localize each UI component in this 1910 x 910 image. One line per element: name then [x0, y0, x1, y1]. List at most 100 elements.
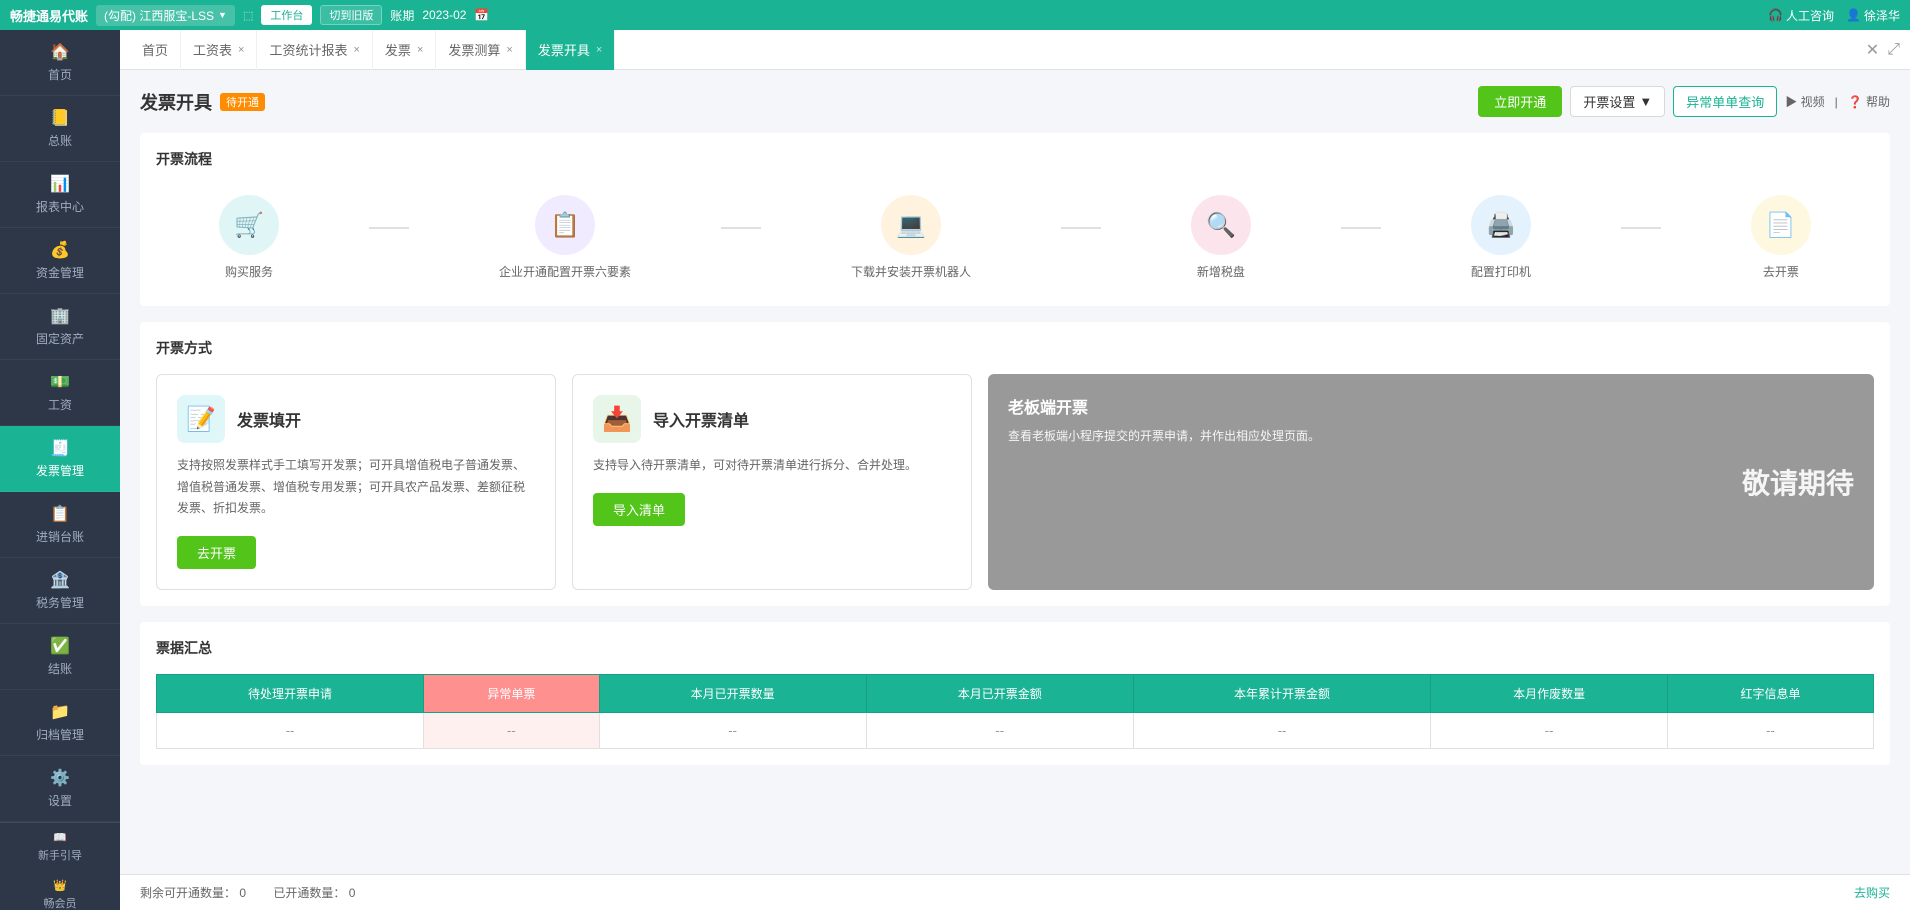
salary-icon: 💵 [50, 372, 70, 392]
period-value[interactable]: 2023-02 [422, 8, 466, 22]
switch-old-button[interactable]: 切到旧版 [320, 5, 382, 25]
val-month-void: -- [1431, 712, 1668, 748]
sidebar-item-invoice[interactable]: 🧾 发票管理 [0, 426, 120, 492]
col-today-count: 本月已开票数量 [599, 674, 866, 712]
step-divider-1 [369, 227, 409, 229]
fill-invoice-button[interactable]: 去开票 [177, 536, 256, 569]
import-list-title: 导入开票清单 [653, 407, 749, 431]
flow-step-tax[interactable]: 🔍 新增税盘 [1191, 195, 1251, 280]
tab-close-invoice-calc[interactable]: × [506, 44, 512, 56]
method-card-import-header: 📥 导入开票清单 [593, 395, 951, 443]
coming-soon-label: 敬请期待 [1742, 462, 1854, 502]
flow-step-download[interactable]: 💻 下载并安装开票机器人 [851, 195, 971, 280]
tab-close-invoice[interactable]: × [417, 44, 423, 56]
guide-icon: 📖 [53, 831, 67, 844]
method-card-fill-header: 📝 发票填开 [177, 395, 535, 443]
col-today-amount: 本月已开票金额 [866, 674, 1133, 712]
flow-step-config[interactable]: 📋 企业开通配置开票六要素 [499, 195, 631, 280]
import-list-desc: 支持导入待开票清单，可对待开票清单进行拆分、合并处理。 [593, 455, 951, 477]
sidebar-item-settings[interactable]: ⚙️ 设置 [0, 756, 120, 822]
tab-salary-stats[interactable]: 工资统计报表 × [257, 30, 372, 70]
sidebar-item-funds[interactable]: 💰 资金管理 [0, 228, 120, 294]
step-divider-5 [1621, 227, 1661, 229]
period-label: 账期 [390, 7, 414, 24]
flow-steps: 🛒 购买服务 📋 企业开通配置开票六要素 💻 下载并安装开票机器人 [156, 185, 1874, 290]
download-robot-icon: 💻 [881, 195, 941, 255]
tab-invoice-calc[interactable]: 发票测算 × [436, 30, 525, 70]
company-selector[interactable]: (勾配) 江西服宝-LSS [96, 5, 235, 26]
top-bar-right: 🎧 人工咨询 👤 徐泽华 [1768, 7, 1900, 24]
sidebar-item-tax[interactable]: 🏦 税务管理 [0, 558, 120, 624]
method-card-import: 📥 导入开票清单 支持导入待开票清单，可对待开票清单进行拆分、合并处理。 导入清… [572, 374, 972, 590]
tax-icon: 🏦 [50, 570, 70, 590]
abnormal-query-button[interactable]: 异常单单查询 [1673, 86, 1777, 117]
tab-bar: 首页 工资表 × 工资统计报表 × 发票 × 发票测算 × 发票开具 × [120, 30, 1910, 70]
invoice-icon: 🧾 [50, 438, 70, 458]
tab-close-all-icon[interactable]: ✕ [1866, 40, 1879, 60]
sidebar-item-assets[interactable]: 🏢 固定资产 [0, 294, 120, 360]
sidebar-item-guide[interactable]: 📖 新手引导 [0, 823, 120, 871]
tab-close-salary-table[interactable]: × [238, 44, 244, 56]
tab-salary-table[interactable]: 工资表 × [181, 30, 257, 70]
sidebar-item-salary[interactable]: 💵 工资 [0, 360, 120, 426]
workbench-button[interactable]: 工作台 [261, 5, 312, 25]
open-now-button[interactable]: 立即开通 [1478, 86, 1562, 117]
customer-service[interactable]: 🎧 人工咨询 [1768, 7, 1834, 24]
tab-invoice-tool[interactable]: 发票开具 × [526, 30, 615, 70]
avatar-icon: 👤 [1846, 8, 1861, 22]
sidebar-item-home[interactable]: 🏠 首页 [0, 30, 120, 96]
buy-link[interactable]: 去购买 [1854, 884, 1890, 901]
tab-home[interactable]: 首页 [130, 30, 181, 70]
user-profile[interactable]: 👤 徐泽华 [1846, 7, 1900, 24]
config-enterprise-icon: 📋 [535, 195, 595, 255]
old-boss-desc: 查看老板端小程序提交的开票申请，并作出相应处理页面。 [1008, 426, 1854, 570]
flow-step-make[interactable]: 📄 去开票 [1751, 195, 1811, 280]
old-boss-title: 老板端开票 [1008, 394, 1854, 418]
val-year-amount: -- [1133, 712, 1431, 748]
reports-icon: 📊 [50, 174, 70, 194]
app-logo: 畅捷通易代账 [10, 6, 88, 25]
summary-section: 票据汇总 待处理开票申请 异常单票 本月已开票数量 本月已开票金额 本年累计开票… [140, 622, 1890, 765]
sidebar-item-ledger[interactable]: 📒 总账 [0, 96, 120, 162]
val-today-count: -- [599, 712, 866, 748]
sidebar-item-reports[interactable]: 📊 报表中心 [0, 162, 120, 228]
flow-step-printer[interactable]: 🖨️ 配置打印机 [1471, 195, 1531, 280]
copy-icon[interactable]: ⬚ [243, 9, 253, 22]
page-help: ▶ 视频 | ❓ 帮助 [1785, 93, 1890, 110]
val-today-amount: -- [866, 712, 1133, 748]
val-red-info: -- [1667, 712, 1873, 748]
tab-close-invoice-tool[interactable]: × [596, 44, 602, 56]
sidebar-item-member[interactable]: 👑 畅会员 [0, 871, 120, 910]
headset-icon: 🎧 [1768, 8, 1783, 22]
import-list-button[interactable]: 导入清单 [593, 493, 685, 526]
summary-title: 票据汇总 [156, 638, 1874, 658]
content-area: 首页 工资表 × 工资统计报表 × 发票 × 发票测算 × 发票开具 × [120, 30, 1910, 910]
sidebar-item-settlement[interactable]: ✅ 结账 [0, 624, 120, 690]
tab-invoice[interactable]: 发票 × [373, 30, 436, 70]
settlement-icon: ✅ [50, 636, 70, 656]
calendar-icon[interactable]: 📅 [474, 8, 489, 22]
settings-icon: ⚙️ [50, 768, 70, 788]
status-badge: 待开通 [220, 93, 265, 111]
tab-close-salary-stats[interactable]: × [353, 44, 359, 56]
sidebar: 🏠 首页 📒 总账 📊 报表中心 💰 资金管理 🏢 固定资产 💵 工资 🧾 发票… [0, 30, 120, 910]
tab-bar-actions: ✕ ⤢ [1866, 40, 1900, 60]
step-divider-2 [721, 227, 761, 229]
sidebar-item-archive[interactable]: 📁 归档管理 [0, 690, 120, 756]
col-abnormal: 异常单票 [424, 674, 600, 712]
step-divider-4 [1341, 227, 1381, 229]
page-title-area: 发票开具 待开通 [140, 89, 265, 115]
open-settings-button[interactable]: 开票设置 ▼ [1570, 86, 1665, 117]
fill-invoice-icon: 📝 [177, 395, 225, 443]
purchase-icon: 📋 [50, 504, 70, 524]
sidebar-item-purchase[interactable]: 📋 进销台账 [0, 492, 120, 558]
col-red-info: 红字信息单 [1667, 674, 1873, 712]
tab-restore-icon[interactable]: ⤢ [1887, 41, 1900, 59]
archive-icon: 📁 [50, 702, 70, 722]
help-icon[interactable]: ❓ 帮助 [1848, 93, 1890, 110]
col-month-void: 本月作废数量 [1431, 674, 1668, 712]
flow-step-buy[interactable]: 🛒 购买服务 [219, 195, 279, 280]
video-help-icon[interactable]: ▶ 视频 [1785, 93, 1824, 110]
top-bar: 畅捷通易代账 (勾配) 江西服宝-LSS ⬚ 工作台 切到旧版 账期 2023-… [0, 0, 1910, 30]
col-pending: 待处理开票申请 [157, 674, 424, 712]
